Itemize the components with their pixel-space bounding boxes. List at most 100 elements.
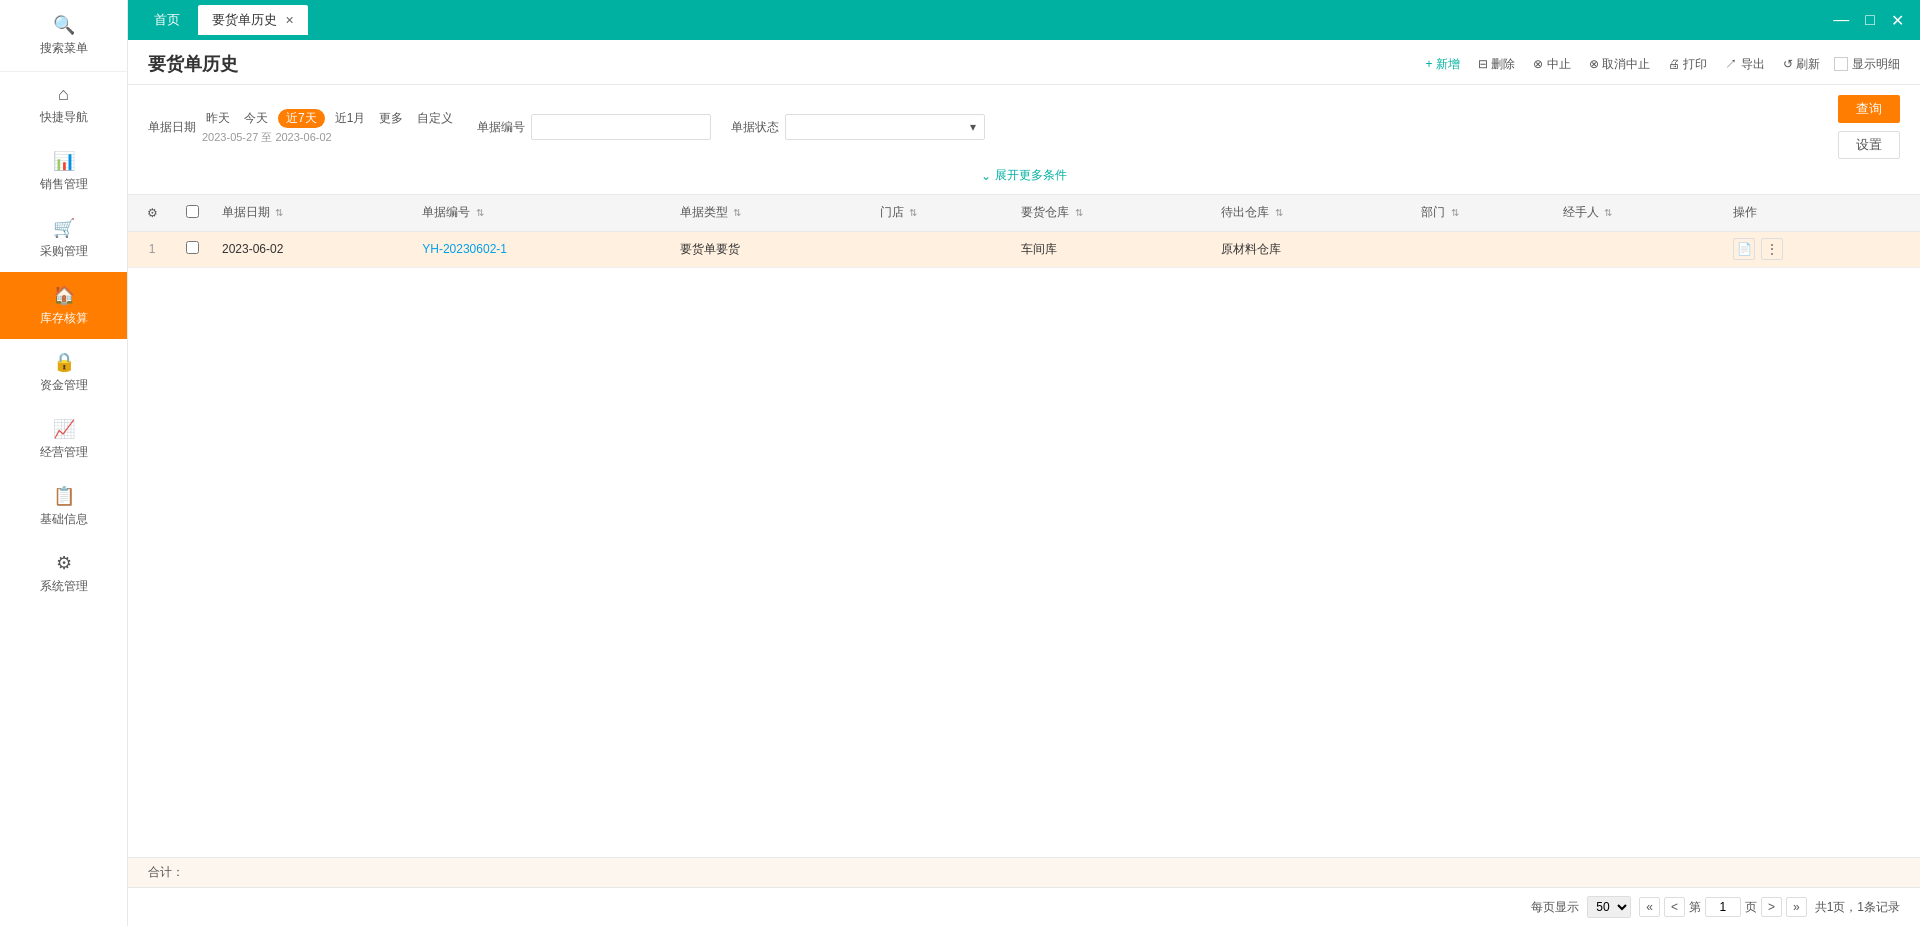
date-opt-last7days[interactable]: 近7天 [278,109,325,128]
sidebar-item-quick-nav[interactable]: ⌂ 快捷导航 [0,72,127,138]
topbar-right: — □ ✕ [1829,9,1908,32]
date-opt-yesterday[interactable]: 昨天 [202,109,234,128]
page-title: 要货单历史 [148,52,1422,76]
window-minimize-icon[interactable]: — [1829,9,1853,31]
export-button[interactable]: ↗ 导出 [1721,54,1768,75]
doc-number-link[interactable]: YH-20230602-1 [422,242,507,256]
filter-doc-number: 单据编号 [477,114,711,140]
cancel-suspend-button[interactable]: ⊗ 取消中止 [1585,54,1654,75]
table-row[interactable]: 1 2023-06-02 YH-20230602-1 要货单要货 车间库 原材料… [128,231,1920,267]
tab-home-label: 首页 [154,11,180,29]
col-doc-type[interactable]: 单据类型 ⇅ [670,195,870,231]
select-all-checkbox[interactable] [186,205,199,218]
sidebar-item-finance[interactable]: 🔒 资金管理 [0,339,127,406]
col-store[interactable]: 门店 ⇅ [870,195,1011,231]
cell-pending-warehouse: 原材料仓库 [1211,231,1411,267]
prev-page-button[interactable]: < [1664,897,1685,917]
date-range-display: 2023-05-27 至 2023-06-02 [202,130,457,145]
per-page-select[interactable]: 50 [1587,896,1631,918]
doc-date-label: 单据日期 [148,119,196,136]
expand-more-button[interactable]: ⌄ 展开更多条件 [148,167,1900,184]
sidebar-item-system[interactable]: ⚙ 系统管理 [0,540,127,607]
query-button[interactable]: 查询 [1838,95,1900,123]
col-req-warehouse[interactable]: 要货仓库 ⇅ [1011,195,1211,231]
sort-icon: ⇅ [1451,207,1459,218]
topbar: 首页 要货单历史 ✕ — □ ✕ [128,0,1920,40]
sort-icon: ⇅ [476,207,484,218]
more-action-icon[interactable]: ⋮ [1761,238,1783,260]
row-checkbox[interactable] [176,231,212,267]
suspend-button[interactable]: ⊗ 中止 [1529,54,1574,75]
table-footer: 合计： [128,857,1920,887]
chevron-down-icon: ▾ [970,120,976,134]
tab-order-history[interactable]: 要货单历史 ✕ [198,5,308,35]
inventory-icon: 🏠 [53,284,75,306]
col-settings: ⚙ [128,195,176,231]
refresh-button[interactable]: ↺ 刷新 [1779,54,1824,75]
tab-close-icon[interactable]: ✕ [285,14,294,27]
tab-order-history-label: 要货单历史 [212,11,277,29]
finance-icon: 🔒 [53,351,75,373]
display-detail-toggle[interactable]: 显示明细 [1834,56,1900,73]
operation-icon: 📈 [53,418,75,440]
sidebar-item-basic[interactable]: 📋 基础信息 [0,473,127,540]
col-doc-type-label: 单据类型 [680,205,728,219]
col-doc-number-label: 单据编号 [422,205,470,219]
display-detail-checkbox[interactable] [1834,57,1848,71]
window-maximize-icon[interactable]: □ [1861,9,1879,31]
col-handler[interactable]: 经手人 ⇅ [1553,195,1724,231]
tab-home[interactable]: 首页 [140,5,194,35]
cell-handler [1553,231,1724,267]
col-doc-date-label: 单据日期 [222,205,270,219]
col-pending-warehouse-label: 待出仓库 [1221,205,1269,219]
sidebar-item-inventory[interactable]: 🏠 库存核算 [0,272,127,339]
next-page-button[interactable]: > [1761,897,1782,917]
page-label: 第 [1689,899,1701,916]
row-select-checkbox[interactable] [186,241,199,254]
expand-more-label: 展开更多条件 [995,167,1067,184]
sidebar-item-label: 基础信息 [40,511,88,528]
cell-store [870,231,1011,267]
cell-department [1411,231,1552,267]
col-doc-number[interactable]: 单据编号 ⇅ [412,195,670,231]
sort-icon: ⇅ [275,207,283,218]
sidebar-item-operation[interactable]: 📈 经营管理 [0,406,127,473]
page-number-input[interactable] [1705,897,1741,917]
window-close-icon[interactable]: ✕ [1887,9,1908,32]
doc-number-input[interactable] [531,114,711,140]
new-button[interactable]: + 新增 [1422,54,1464,75]
main-content: 首页 要货单历史 ✕ — □ ✕ 要货单历史 + 新增 ⊟ 删除 ⊗ 中止 ⊗ … [128,0,1920,926]
date-opt-custom[interactable]: 自定义 [413,109,457,128]
sidebar-item-label: 经营管理 [40,444,88,461]
col-department[interactable]: 部门 ⇅ [1411,195,1552,231]
cell-doc-date: 2023-06-02 [212,231,412,267]
last-page-button[interactable]: » [1786,897,1807,917]
delete-button[interactable]: ⊟ 删除 [1474,54,1519,75]
sales-icon: 📊 [53,150,75,172]
column-settings-icon[interactable]: ⚙ [138,206,166,220]
doc-status-select[interactable]: ▾ [785,114,985,140]
sidebar-search-label: 搜索菜单 [40,40,88,57]
col-pending-warehouse[interactable]: 待出仓库 ⇅ [1211,195,1411,231]
sidebar-item-label: 销售管理 [40,176,88,193]
first-page-button[interactable]: « [1639,897,1660,917]
col-handler-label: 经手人 [1563,205,1599,219]
sidebar-search[interactable]: 🔍 搜索菜单 [0,0,127,72]
setting-button[interactable]: 设置 [1838,131,1900,159]
col-doc-date[interactable]: 单据日期 ⇅ [212,195,412,231]
cell-doc-number[interactable]: YH-20230602-1 [412,231,670,267]
cell-doc-type: 要货单要货 [670,231,870,267]
col-checkbox [176,195,212,231]
sidebar-item-sales[interactable]: 📊 销售管理 [0,138,127,205]
system-icon: ⚙ [56,552,72,574]
sidebar-item-purchase[interactable]: 🛒 采购管理 [0,205,127,272]
col-store-label: 门店 [880,205,904,219]
date-opt-today[interactable]: 今天 [240,109,272,128]
print-button[interactable]: 🖨 打印 [1664,54,1711,75]
view-detail-icon[interactable]: 📄 [1733,238,1755,260]
sort-icon: ⇅ [1604,207,1612,218]
date-opt-last-month[interactable]: 近1月 [331,109,370,128]
date-opt-more[interactable]: 更多 [375,109,407,128]
filter-bar: 单据日期 昨天 今天 近7天 近1月 更多 自定义 2023-05-27 至 2… [128,85,1920,195]
search-icon: 🔍 [53,14,75,36]
